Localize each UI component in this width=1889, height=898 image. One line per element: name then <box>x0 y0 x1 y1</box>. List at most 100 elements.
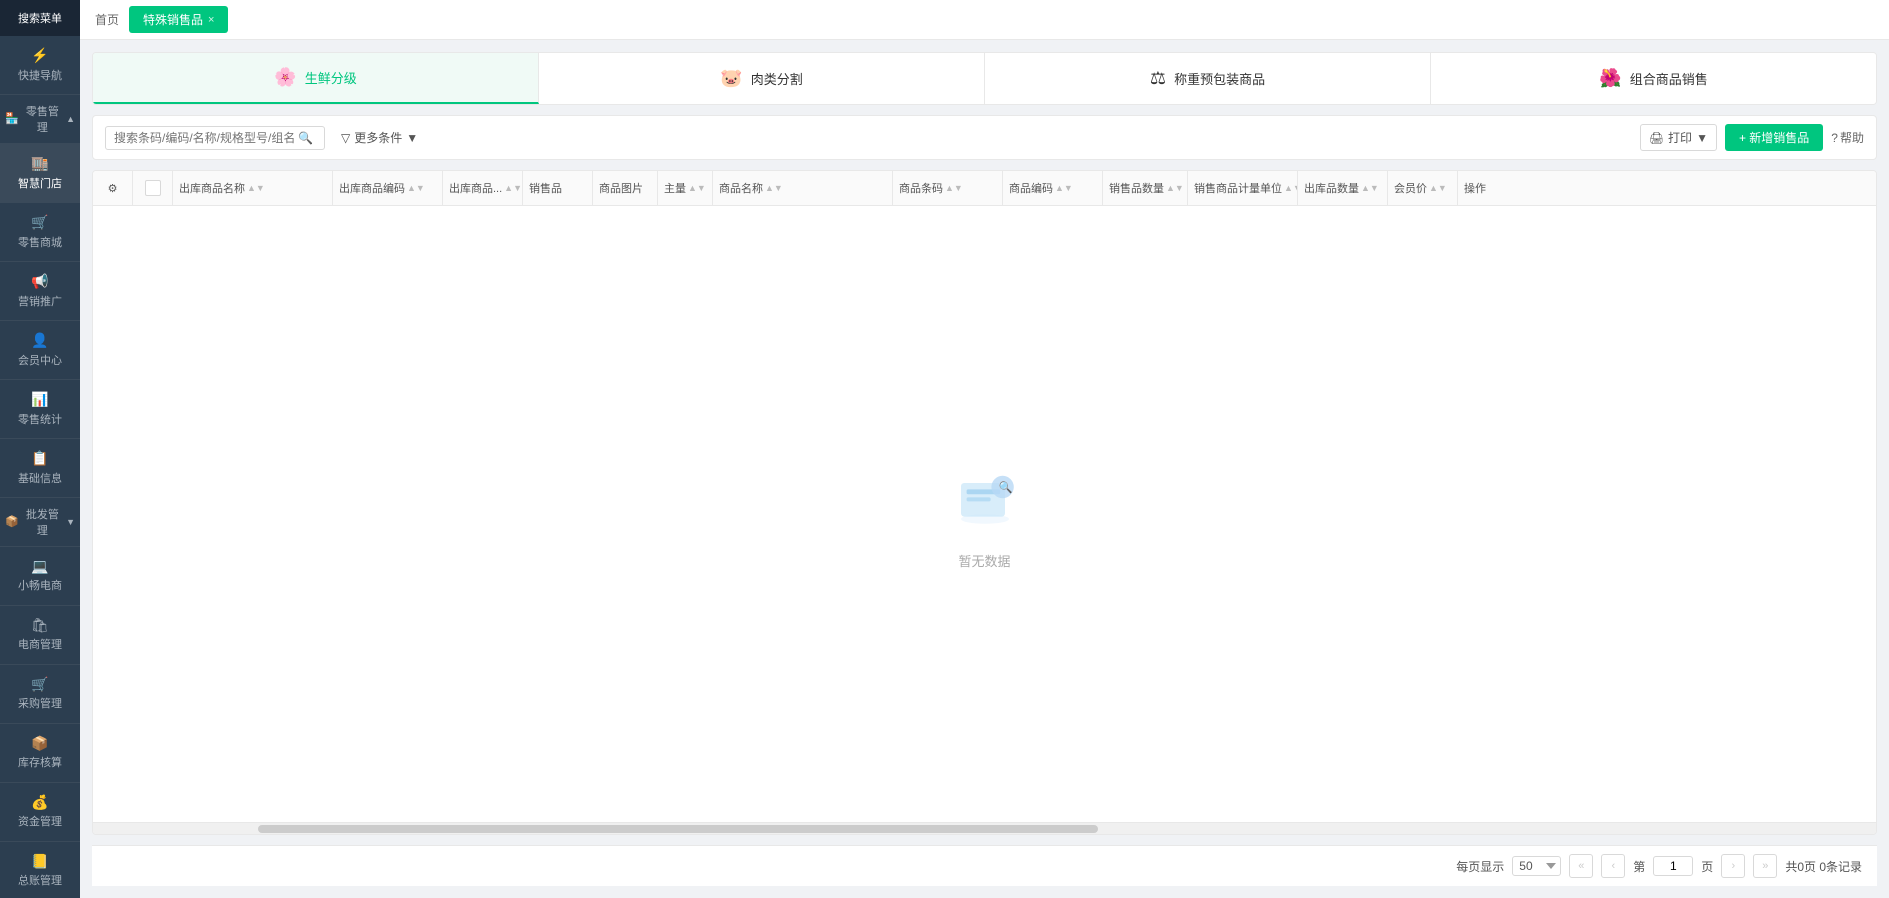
close-icon[interactable]: × <box>208 14 214 26</box>
scroll-thumb[interactable] <box>258 825 1098 833</box>
next-page-button[interactable]: › <box>1721 854 1745 878</box>
toolbar-right: 🖨 打印 ▼ + 新增销售品 ? 帮助 <box>1640 124 1864 151</box>
add-button[interactable]: + 新增销售品 <box>1725 124 1823 151</box>
th-sale-item: 销售品 <box>523 171 593 205</box>
total-label: 共0页 0条记录 <box>1785 858 1862 875</box>
pagination: 每页显示 50 10 20 100 « ‹ 第 页 › » 共0页 0条记录 <box>92 845 1877 886</box>
th-out-name: 出库商品名称 ▲▼ <box>173 171 333 205</box>
chevron-down-icon: ▲ <box>66 114 75 124</box>
horizontal-scrollbar[interactable] <box>93 822 1876 834</box>
topbar-active-tab[interactable]: 特殊销售品 × <box>129 6 228 33</box>
sort-icon[interactable]: ▲▼ <box>407 184 425 193</box>
sort-icon[interactable]: ▲▼ <box>1284 184 1298 193</box>
table-header: ⚙ 出库商品名称 ▲▼ 出库商品编码 ▲▼ 出库商品... ▲▼ 销售品 <box>93 171 1876 206</box>
search-icon[interactable]: 🔍 <box>298 131 313 145</box>
th-settings[interactable]: ⚙ <box>93 171 133 205</box>
sidebar-item-general-ledger[interactable]: 📒 总账管理 <box>0 842 80 898</box>
sidebar-item-label: 电商管理 <box>18 638 62 653</box>
tab-label: 称重预包装商品 <box>1174 69 1265 88</box>
last-page-button[interactable]: » <box>1753 854 1777 878</box>
empty-icon: 🔍 <box>945 459 1025 539</box>
sort-icon[interactable]: ▲▼ <box>1166 184 1184 193</box>
th-out-spec: 出库商品... ▲▼ <box>443 171 523 205</box>
sort-icon[interactable]: ▲▼ <box>945 184 963 193</box>
sidebar-logo[interactable]: 搜索菜单 <box>0 0 80 36</box>
sort-icon[interactable]: ▲▼ <box>765 184 783 193</box>
sort-icon[interactable]: ▲▼ <box>1361 184 1379 193</box>
sidebar-item-wholesale-mgmt[interactable]: 📦 批发管理 ▼ <box>0 498 80 547</box>
sidebar-item-label: 批发管理 <box>21 506 64 538</box>
sidebar-item-inventory[interactable]: 📦 库存核算 <box>0 724 80 783</box>
search-input[interactable] <box>114 131 294 145</box>
sidebar-item-basic-info[interactable]: 📋 基础信息 <box>0 439 80 498</box>
tab-label: 组合商品销售 <box>1630 69 1708 88</box>
search-box[interactable]: 🔍 <box>105 126 325 150</box>
member-center-icon: 👤 <box>31 331 48 351</box>
sidebar-item-mini-ecom[interactable]: 💻 小畅电商 <box>0 547 80 606</box>
sidebar-logo-text: 搜索菜单 <box>18 10 62 26</box>
sales-promo-icon: 📢 <box>31 272 48 292</box>
filter-button[interactable]: ▽ 更多条件 ▼ <box>333 125 426 150</box>
weight-icon: ⚖ <box>1150 68 1166 89</box>
page-suffix: 页 <box>1701 858 1713 875</box>
th-barcode: 商品条码 ▲▼ <box>893 171 1003 205</box>
tab-combo-sale[interactable]: 🌺 组合商品销售 <box>1431 53 1876 104</box>
mini-ecom-icon: 💻 <box>31 557 48 577</box>
meat-cut-icon: 🐷 <box>720 68 742 89</box>
sort-icon[interactable]: ▲▼ <box>1429 184 1447 193</box>
sidebar-item-purchase-mgmt[interactable]: 🛒 采购管理 <box>0 665 80 724</box>
fresh-grade-icon: 🌸 <box>274 67 296 88</box>
sidebar-item-label: 零售商城 <box>18 236 62 251</box>
combo-icon: 🌺 <box>1599 68 1621 89</box>
sidebar-item-retail-stats[interactable]: 📊 零售统计 <box>0 380 80 439</box>
topbar-home[interactable]: 首页 <box>95 11 119 28</box>
sort-icon[interactable]: ▲▼ <box>1055 184 1073 193</box>
sidebar-item-retail-mgmt[interactable]: 🏪 零售管理 ▲ <box>0 95 80 144</box>
sidebar-item-sales-promo[interactable]: 📢 营销推广 <box>0 262 80 321</box>
sidebar-item-retail-mall[interactable]: 🛒 零售商城 <box>0 203 80 262</box>
tab-fresh-grade[interactable]: 🌸 生鲜分级 <box>93 53 539 104</box>
page-input[interactable] <box>1653 856 1693 876</box>
tab-meat-cut[interactable]: 🐷 肉类分割 <box>539 53 985 104</box>
smart-store-icon: 🏬 <box>31 154 48 174</box>
sidebar-item-member-center[interactable]: 👤 会员中心 <box>0 321 80 380</box>
tab-weight-prepack[interactable]: ⚖ 称重预包装商品 <box>985 53 1431 104</box>
help-button[interactable]: ? 帮助 <box>1831 129 1864 146</box>
page-label: 第 <box>1633 858 1645 875</box>
sidebar-item-label: 库存核算 <box>18 756 62 771</box>
per-page-select[interactable]: 50 10 20 100 <box>1512 856 1561 876</box>
main-area: 首页 特殊销售品 × 🌸 生鲜分级 🐷 肉类分割 ⚖ 称重预包装商品 🌺 组合商… <box>80 0 1889 898</box>
sidebar-item-finance[interactable]: 💰 资金管理 <box>0 783 80 842</box>
first-page-button[interactable]: « <box>1569 854 1593 878</box>
table-container: ⚙ 出库商品名称 ▲▼ 出库商品编码 ▲▼ 出库商品... ▲▼ 销售品 <box>92 170 1877 835</box>
th-operation: 操作 <box>1458 171 1518 205</box>
content: 🌸 生鲜分级 🐷 肉类分割 ⚖ 称重预包装商品 🌺 组合商品销售 🔍 <box>80 40 1889 898</box>
tab-label: 肉类分割 <box>751 69 803 88</box>
finance-icon: 💰 <box>31 793 48 813</box>
print-icon: 🖨 <box>1649 131 1664 145</box>
print-label: 打印 <box>1668 129 1692 146</box>
sidebar-item-quick-nav[interactable]: ⚡ 快捷导航 <box>0 36 80 95</box>
print-button[interactable]: 🖨 打印 ▼ <box>1640 124 1717 151</box>
help-icon: ? <box>1831 131 1838 145</box>
empty-state: 🔍 暂无数据 <box>93 206 1876 822</box>
sidebar-item-label: 采购管理 <box>18 697 62 712</box>
prev-page-button[interactable]: ‹ <box>1601 854 1625 878</box>
sidebar-item-label: 资金管理 <box>18 815 62 830</box>
th-checkbox[interactable] <box>133 171 173 205</box>
sidebar-item-ecom-mgmt[interactable]: 🛍 电商管理 <box>0 606 80 665</box>
sort-icon[interactable]: ▲▼ <box>504 184 522 193</box>
header-checkbox[interactable] <box>145 180 161 196</box>
retail-stats-icon: 📊 <box>31 390 48 410</box>
svg-text:🔍: 🔍 <box>998 480 1012 494</box>
sort-icon[interactable]: ▲▼ <box>247 184 265 193</box>
th-weight: 主量 ▲▼ <box>658 171 713 205</box>
th-member-price: 会员价 ▲▼ <box>1388 171 1458 205</box>
toolbar: 🔍 ▽ 更多条件 ▼ 🖨 打印 ▼ + 新增销售品 ? 帮助 <box>92 115 1877 160</box>
sort-icon[interactable]: ▲▼ <box>688 184 706 193</box>
per-page-label: 每页显示 <box>1456 858 1504 875</box>
sidebar-item-smart-store[interactable]: 🏬 智慧门店 <box>0 144 80 203</box>
sidebar-item-label: 总账管理 <box>18 874 62 889</box>
th-goods-name: 商品名称 ▲▼ <box>713 171 893 205</box>
wholesale-icon: 📦 <box>5 515 19 528</box>
